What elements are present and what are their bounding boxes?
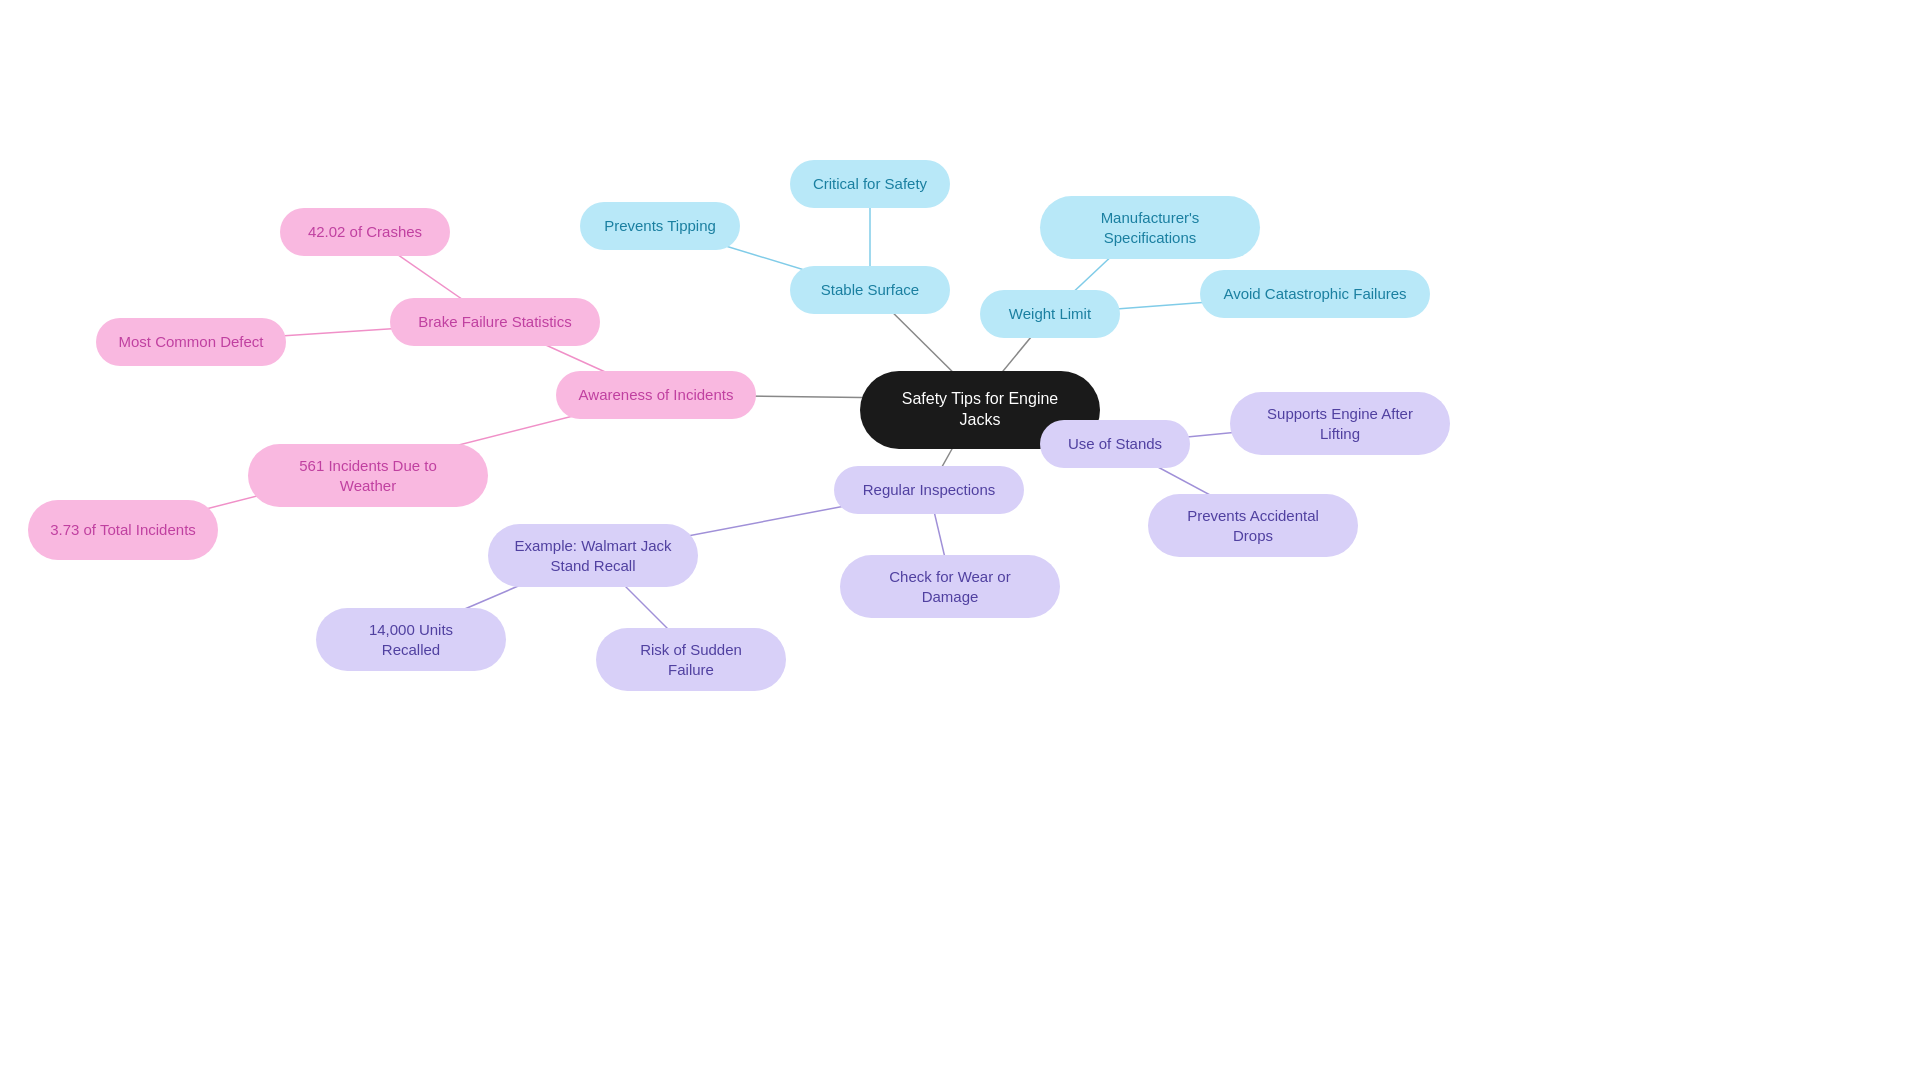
node-example-walmart: Example: Walmart Jack Stand Recall bbox=[488, 524, 698, 587]
node-avoid-catastrophic: Avoid Catastrophic Failures bbox=[1200, 270, 1430, 318]
node-prevents-tipping: Prevents Tipping bbox=[580, 202, 740, 250]
node-use-of-stands: Use of Stands bbox=[1040, 420, 1190, 468]
node-regular-inspections: Regular Inspections bbox=[834, 466, 1024, 514]
node-brake-failure: Brake Failure Statistics bbox=[390, 298, 600, 346]
mind-map: Safety Tips for Engine JacksStable Surfa… bbox=[0, 0, 1920, 1083]
node-critical-safety: Critical for Safety bbox=[790, 160, 950, 208]
connections-svg bbox=[0, 0, 1920, 1083]
node-14000-units: 14,000 Units Recalled bbox=[316, 608, 506, 671]
node-most-common-defect: Most Common Defect bbox=[96, 318, 286, 366]
node-manufacturers-specs: Manufacturer's Specifications bbox=[1040, 196, 1260, 259]
node-awareness-incidents: Awareness of Incidents bbox=[556, 371, 756, 419]
node-stable-surface: Stable Surface bbox=[790, 266, 950, 314]
node-3-73-incidents: 3.73 of Total Incidents bbox=[28, 500, 218, 560]
node-risk-sudden-failure: Risk of Sudden Failure bbox=[596, 628, 786, 691]
node-supports-engine: Supports Engine After Lifting bbox=[1230, 392, 1450, 455]
node-561-incidents: 561 Incidents Due to Weather bbox=[248, 444, 488, 507]
node-prevents-accidental: Prevents Accidental Drops bbox=[1148, 494, 1358, 557]
node-42-crashes: 42.02 of Crashes bbox=[280, 208, 450, 256]
node-check-wear: Check for Wear or Damage bbox=[840, 555, 1060, 618]
node-weight-limit: Weight Limit bbox=[980, 290, 1120, 338]
